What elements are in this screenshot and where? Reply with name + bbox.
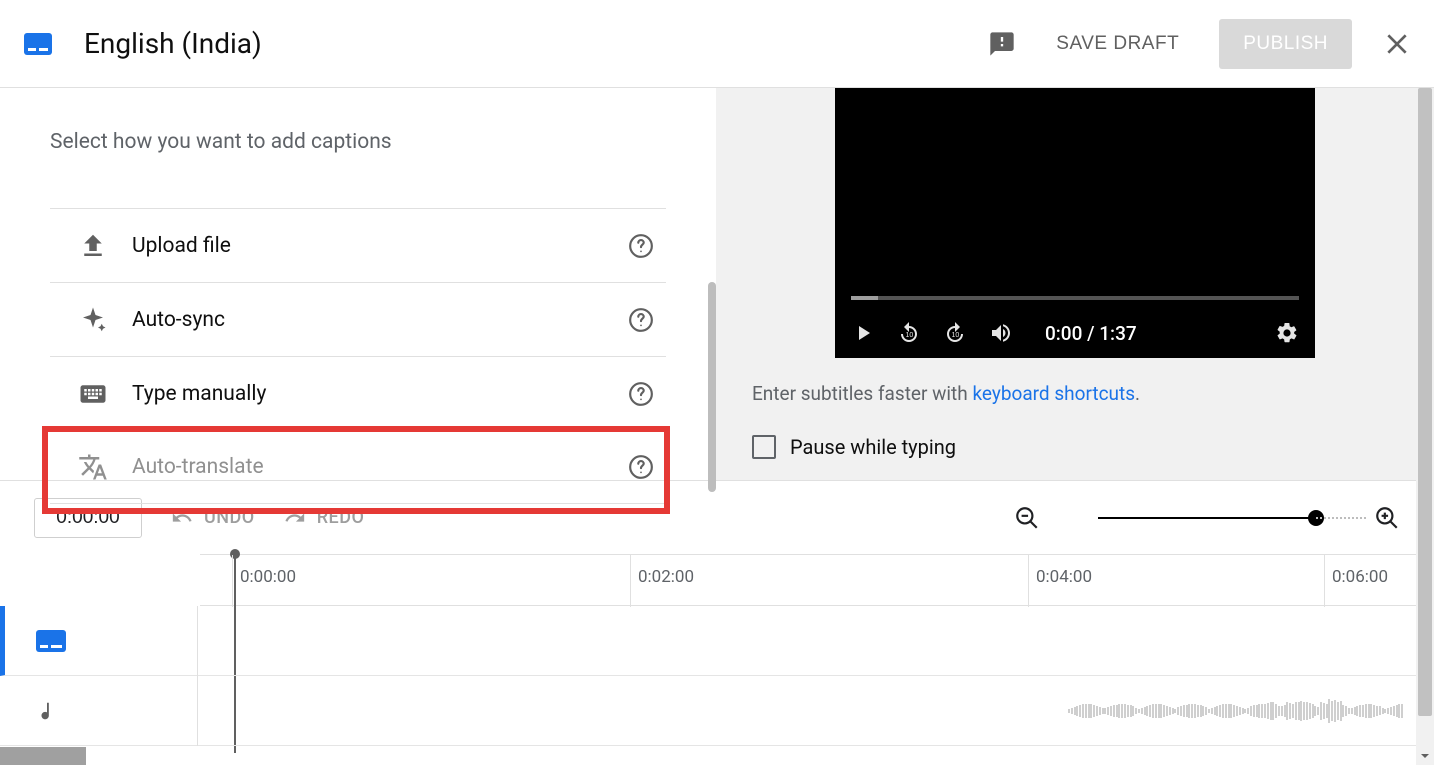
timeline-ruler[interactable]: 0:00:00 0:02:00 0:04:00 0:06:00 [200,554,1434,606]
translate-icon [78,452,108,482]
settings-icon[interactable] [1275,321,1299,345]
pause-while-typing-label: Pause while typing [790,435,956,459]
keyboard-icon [78,379,108,409]
pause-while-typing-checkbox[interactable] [752,435,776,459]
option-label: Auto-translate [132,455,628,479]
page-scrollbar-down-arrow[interactable] [1416,747,1434,765]
option-label: Type manually [132,382,628,406]
close-icon[interactable] [1384,31,1410,57]
publish-button[interactable]: PUBLISH [1219,19,1352,69]
volume-icon[interactable] [989,321,1013,345]
zoom-in-icon[interactable] [1374,505,1400,531]
timeline-mark: 0:04:00 [1036,567,1092,587]
video-progress-bar[interactable] [851,296,1299,300]
page-scrollbar[interactable] [1416,88,1434,747]
timeline-mark: 0:06:00 [1332,567,1388,587]
subtitles-icon [24,33,52,55]
track-header-audio[interactable] [0,676,197,746]
music-note-icon [36,698,58,724]
audio-track[interactable] [198,676,1434,746]
keyboard-shortcuts-hint: Enter subtitles faster with keyboard sho… [716,358,1434,405]
subtitles-icon [36,630,66,652]
option-label: Upload file [132,234,628,258]
option-auto-translate[interactable]: Auto-translate [50,430,666,504]
left-panel-scrollbar-thumb[interactable] [708,282,716,492]
help-icon[interactable] [628,381,654,407]
replay-10-icon[interactable]: 10 [897,321,921,345]
caption-instruction: Select how you want to add captions [50,130,666,154]
option-label: Auto-sync [132,308,628,332]
sparkle-icon [78,305,108,335]
upload-icon [78,231,108,261]
page-scrollbar-thumb[interactable] [1418,88,1432,716]
help-icon[interactable] [628,233,654,259]
redo-button[interactable]: REDO [283,507,365,529]
undo-button[interactable]: UNDO [170,507,255,529]
zoom-slider[interactable] [1098,517,1316,519]
timeline-mark: 0:02:00 [638,567,694,587]
video-player[interactable]: 10 10 0:00 / 1:37 [835,88,1315,358]
captions-track[interactable] [198,606,1434,676]
svg-text:10: 10 [952,332,960,339]
help-icon[interactable] [628,307,654,333]
timeline-mark: 0:00:00 [240,567,296,587]
option-upload-file[interactable]: Upload file [50,208,666,282]
feedback-icon[interactable] [988,30,1016,58]
keyboard-shortcuts-link[interactable]: keyboard shortcuts [972,382,1135,405]
save-draft-button[interactable]: SAVE DRAFT [1036,19,1199,69]
play-icon[interactable] [851,321,875,345]
svg-text:10: 10 [906,332,914,339]
zoom-out-icon[interactable] [1014,505,1040,531]
page-title: English (India) [84,27,262,60]
resize-handle[interactable] [0,747,86,765]
video-time-display: 0:00 / 1:37 [1045,322,1137,345]
option-type-manually[interactable]: Type manually [50,356,666,430]
audio-waveform [1068,698,1408,724]
forward-10-icon[interactable]: 10 [943,321,967,345]
option-auto-sync[interactable]: Auto-sync [50,282,666,356]
help-icon[interactable] [628,454,654,480]
track-header-captions[interactable] [0,606,197,676]
